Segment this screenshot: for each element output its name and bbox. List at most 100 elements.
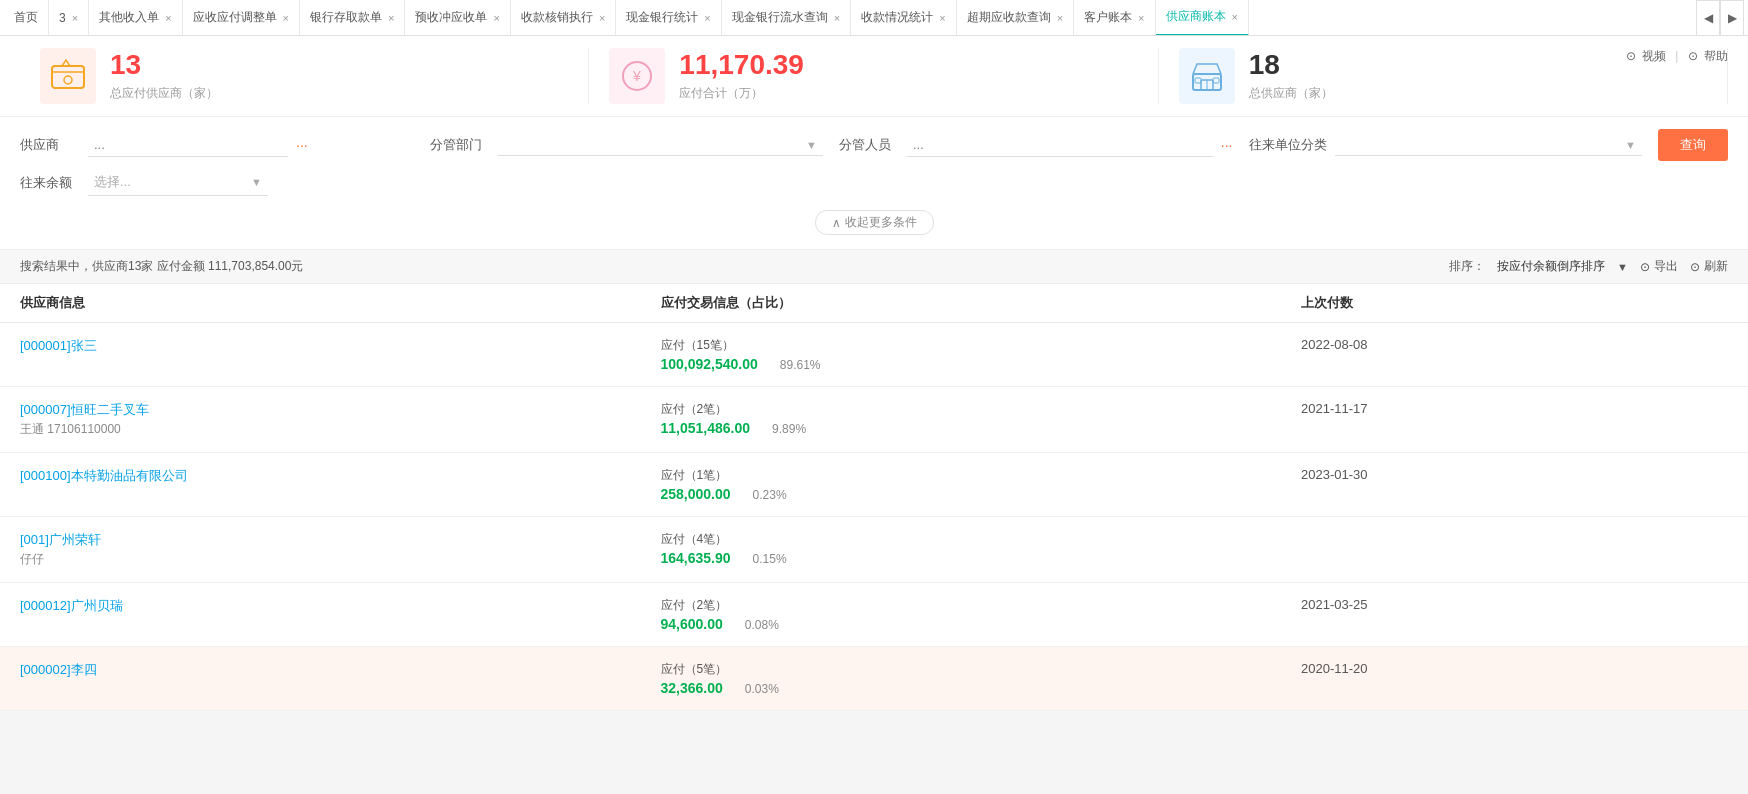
nav-tab-other-income[interactable]: 其他收入单 ×: [89, 0, 182, 36]
tx-label: 应付（15笔）: [661, 337, 1302, 354]
filter-dept: 分管部门 ▼: [430, 135, 824, 156]
nav-tab-3-close[interactable]: ×: [72, 12, 78, 24]
table-row: [000100]本特勤油品有限公司 应付（1笔） 258,000.00 0.23…: [0, 453, 1748, 517]
tx-amount[interactable]: 94,600.00: [661, 616, 723, 632]
supplier-name-link[interactable]: [000100]本特勤油品有限公司: [20, 467, 661, 485]
dept-filter-select[interactable]: ▼: [498, 135, 824, 156]
collapse-bar: ∧ 收起更多条件: [20, 204, 1728, 241]
nav-tab-overdue-ar-close[interactable]: ×: [1057, 12, 1063, 24]
supplier-name-link[interactable]: [000007]恒旺二手叉车: [20, 401, 661, 419]
summary-bar: 13 总应付供应商（家） ¥ 11,170.39 应付合计（万）: [0, 36, 1748, 117]
help-link[interactable]: 帮助: [1704, 49, 1728, 63]
refresh-button[interactable]: ⊙ 刷新: [1690, 258, 1728, 275]
table-row: [000012]广州贝瑞 应付（2笔） 94,600.00 0.08% 2021…: [0, 583, 1748, 647]
export-icon: ⊙: [1640, 260, 1650, 274]
person-filter-label: 分管人员: [839, 136, 899, 154]
person-filter-input[interactable]: [907, 133, 1213, 157]
supplier-name-link[interactable]: [000012]广州贝瑞: [20, 597, 661, 615]
tx-amount-row: 11,051,486.00 9.89%: [661, 420, 1302, 436]
supplier-name-link[interactable]: [001]广州荣轩: [20, 531, 661, 549]
total-supplier-label: 总供应商（家）: [1249, 85, 1333, 102]
nav-tab-ar-ap-adjust[interactable]: 应收应付调整单 ×: [183, 0, 300, 36]
export-button[interactable]: ⊙ 导出: [1640, 258, 1678, 275]
nav-tab-other-income-label: 其他收入单: [99, 9, 159, 26]
nav-tab-payment-verify-close[interactable]: ×: [599, 12, 605, 24]
last-pay-date: 2023-01-30: [1301, 467, 1368, 482]
nav-tab-ar-ap-adjust-close[interactable]: ×: [283, 12, 289, 24]
nav-next-button[interactable]: ▶: [1720, 0, 1744, 36]
sort-value[interactable]: 按应付余额倒序排序: [1497, 258, 1605, 275]
nav-tab-cash-bank-stat[interactable]: 现金银行统计 ×: [616, 0, 721, 36]
nav-tab-collection-stat[interactable]: 收款情况统计 ×: [851, 0, 956, 36]
nav-tab-prepay-ar[interactable]: 预收冲应收单 ×: [405, 0, 510, 36]
last-pay-cell: 2020-11-20: [1301, 661, 1728, 676]
header-last-pay: 上次付数: [1301, 294, 1728, 312]
nav-tab-home-label: 首页: [14, 9, 38, 26]
nav-tab-cash-bank-stat-close[interactable]: ×: [704, 12, 710, 24]
person-dots-icon[interactable]: ···: [1221, 137, 1233, 153]
tx-percent: 0.03%: [745, 682, 779, 696]
nav-tab-customer-ledger-close[interactable]: ×: [1138, 12, 1144, 24]
nav-tab-home[interactable]: 首页: [4, 0, 49, 36]
collapse-button[interactable]: ∧ 收起更多条件: [815, 210, 934, 235]
sort-arrow-icon[interactable]: ▼: [1617, 261, 1628, 273]
query-button[interactable]: 查询: [1658, 129, 1728, 161]
nav-tab-cash-bank-flow-close[interactable]: ×: [834, 12, 840, 24]
table-row: [000002]李四 应付（5笔） 32,366.00 0.03% 2020-1…: [0, 647, 1748, 711]
nav-tab-bank-deposit[interactable]: 银行存取款单 ×: [300, 0, 405, 36]
tx-info-cell: 应付（4笔） 164,635.90 0.15%: [661, 531, 1302, 566]
supplier-info-cell: [000007]恒旺二手叉车 王通 17106110000: [20, 401, 661, 438]
svg-point-1: [64, 76, 72, 84]
nav-tab-3[interactable]: 3 ×: [49, 0, 89, 36]
tx-info-cell: 应付（1笔） 258,000.00 0.23%: [661, 467, 1302, 502]
tx-amount[interactable]: 164,635.90: [661, 550, 731, 566]
table-row: [000001]张三 应付（15笔） 100,092,540.00 89.61%…: [0, 323, 1748, 387]
video-icon: ⊙: [1626, 49, 1636, 63]
table-row: [001]广州荣轩 仔仔 应付（4笔） 164,635.90 0.15%: [0, 517, 1748, 583]
tx-percent: 89.61%: [780, 358, 821, 372]
tx-amount[interactable]: 32,366.00: [661, 680, 723, 696]
card-content-amount: 11,170.39 应付合计（万）: [679, 50, 804, 102]
category-filter-select[interactable]: ▼: [1335, 135, 1643, 156]
tx-amount[interactable]: 100,092,540.00: [661, 356, 758, 372]
nav-tab-bank-deposit-close[interactable]: ×: [388, 12, 394, 24]
tx-amount[interactable]: 258,000.00: [661, 486, 731, 502]
summary-card-amount: ¥ 11,170.39 应付合计（万）: [589, 48, 1158, 104]
nav-tab-cash-bank-flow[interactable]: 现金银行流水查询 ×: [722, 0, 851, 36]
supplier-name-link[interactable]: [000002]李四: [20, 661, 661, 679]
refresh-icon: ⊙: [1690, 260, 1700, 274]
nav-tab-overdue-ar[interactable]: 超期应收款查询 ×: [957, 0, 1074, 36]
supplier-filter-input[interactable]: [88, 133, 288, 157]
nav-tab-supplier-ledger[interactable]: 供应商账本 ×: [1156, 0, 1249, 36]
data-table: 供应商信息 应付交易信息（占比） 上次付数 [000001]张三 应付（15笔）…: [0, 284, 1748, 711]
supplier-info-cell: [001]广州荣轩 仔仔: [20, 531, 661, 568]
header-tx-info: 应付交易信息（占比）: [661, 294, 1302, 312]
balance-arrow-icon: ▼: [251, 176, 262, 188]
top-links: ⊙ 视频 | ⊙ 帮助: [1626, 48, 1729, 65]
nav-tab-supplier-ledger-close[interactable]: ×: [1232, 11, 1238, 23]
supplier-name-link[interactable]: [000001]张三: [20, 337, 661, 355]
amount-label: 应付合计（万）: [679, 85, 804, 102]
last-pay-date: 2021-03-25: [1301, 597, 1368, 612]
supplier-dots-icon[interactable]: ···: [296, 137, 308, 153]
nav-arrows: ◀ ▶: [1696, 0, 1744, 36]
nav-prev-button[interactable]: ◀: [1696, 0, 1720, 36]
nav-tab-payment-verify[interactable]: 收款核销执行 ×: [511, 0, 616, 36]
nav-tab-collection-stat-close[interactable]: ×: [939, 12, 945, 24]
balance-filter-select[interactable]: 选择... ▼: [88, 169, 268, 196]
tx-amount[interactable]: 11,051,486.00: [661, 420, 751, 436]
nav-tab-customer-ledger[interactable]: 客户账本 ×: [1074, 0, 1155, 36]
card-content-suppliers: 13 总应付供应商（家）: [110, 50, 218, 102]
supplier-count-label: 总应付供应商（家）: [110, 85, 218, 102]
last-pay-cell: 2021-11-17: [1301, 401, 1728, 416]
table-row: [000007]恒旺二手叉车 王通 17106110000 应付（2笔） 11,…: [0, 387, 1748, 453]
supplier-filter-label: 供应商: [20, 136, 80, 154]
nav-tab-payment-verify-label: 收款核销执行: [521, 9, 593, 26]
filter-category: 往来单位分类 ▼: [1249, 135, 1643, 156]
result-actions: 排序： 按应付余额倒序排序 ▼ ⊙ 导出 ⊙ 刷新: [1449, 258, 1728, 275]
amount-number: 11,170.39: [679, 50, 804, 81]
video-link[interactable]: 视频: [1642, 49, 1666, 63]
nav-tab-other-income-close[interactable]: ×: [165, 12, 171, 24]
nav-tab-prepay-ar-close[interactable]: ×: [493, 12, 499, 24]
sort-label: 排序：: [1449, 258, 1485, 275]
